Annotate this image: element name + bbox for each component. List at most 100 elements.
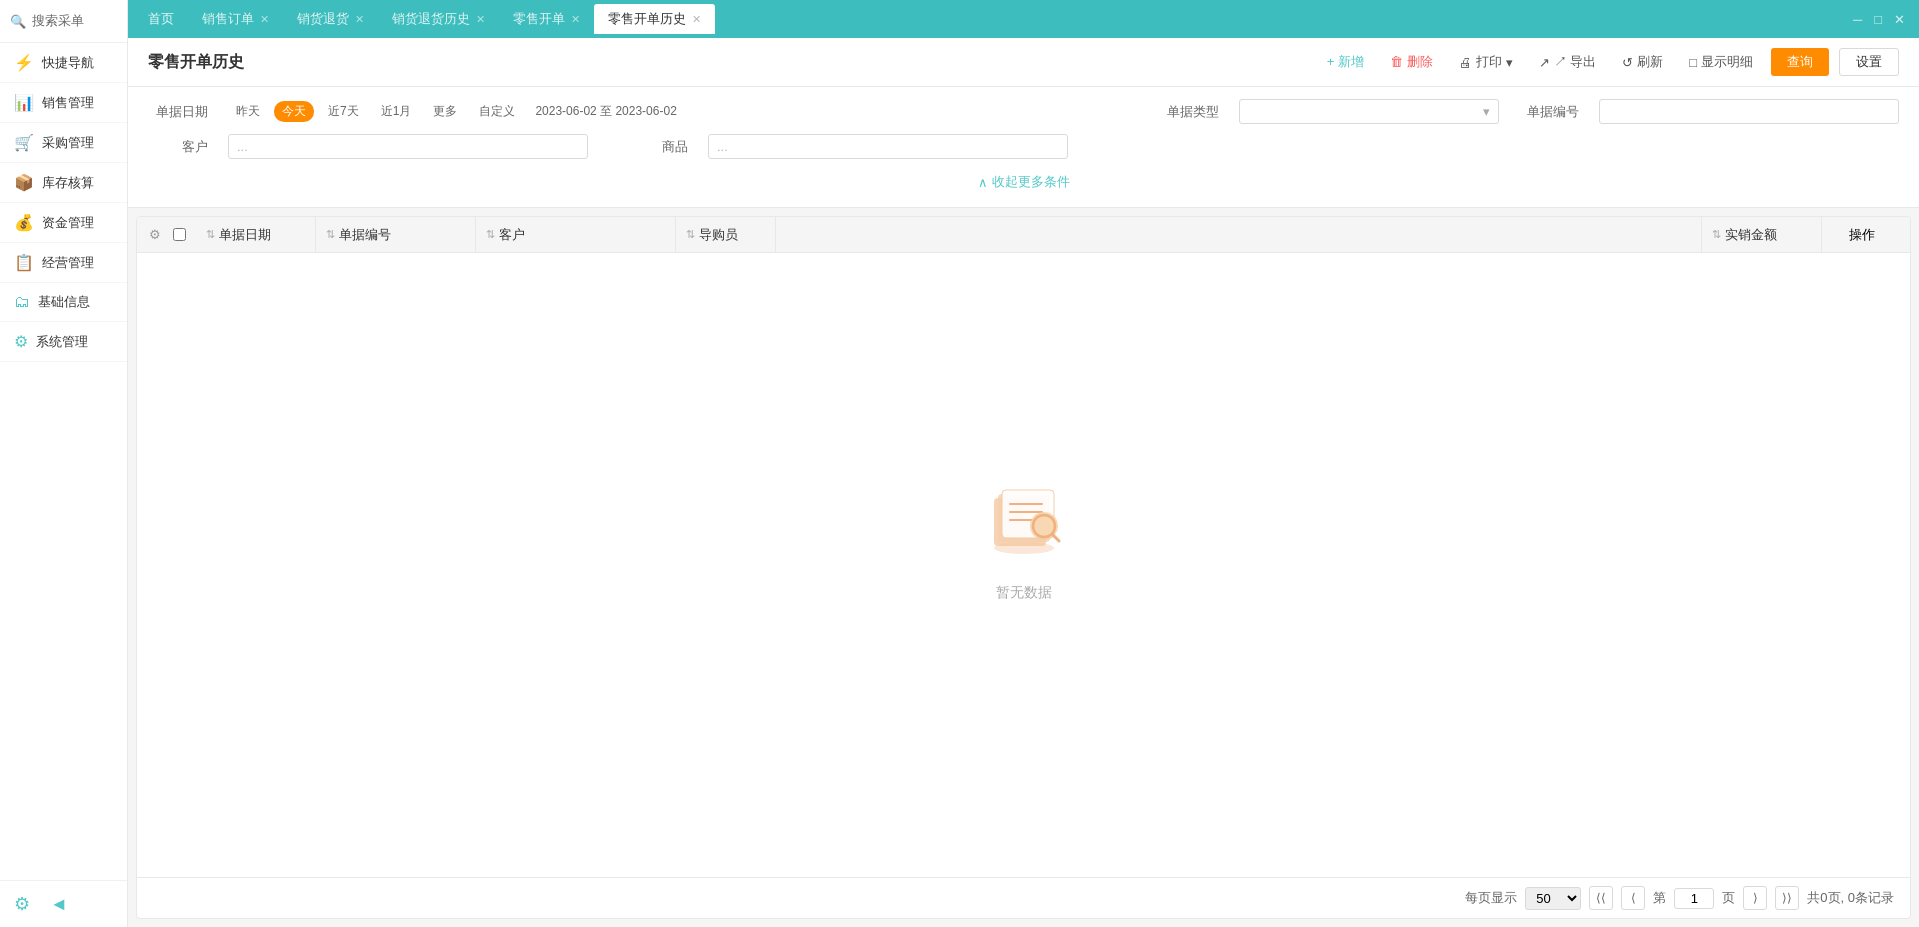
print-button[interactable]: 🖨 打印 ▾ <box>1451 49 1521 75</box>
refresh-icon: ↺ <box>1622 55 1633 70</box>
total-info: 共0页, 0条记录 <box>1807 889 1894 907</box>
export-label: ↗ 导出 <box>1554 53 1597 71</box>
refresh-button[interactable]: ↺ 刷新 <box>1614 49 1671 75</box>
table-settings-icon[interactable]: ⚙ <box>145 223 165 246</box>
display-detail-button[interactable]: □ 显示明细 <box>1681 49 1761 75</box>
col-header-date[interactable]: ⇅ 单据日期 <box>196 217 316 252</box>
tab-home[interactable]: 首页 <box>134 4 188 34</box>
col-sort-icon-guide: ⇅ <box>686 228 695 241</box>
page-prev-btn[interactable]: ⟨ <box>1621 886 1645 910</box>
order-num-input[interactable] <box>1599 99 1899 124</box>
sidebar-search[interactable]: 🔍 搜索采单 <box>0 0 127 43</box>
print-icon: 🖨 <box>1459 55 1472 70</box>
sidebar-item-purchase-mgmt[interactable]: 🛒 采购管理 <box>0 123 127 163</box>
date-btn-1month[interactable]: 近1月 <box>373 101 420 122</box>
sidebar-item-inventory[interactable]: 📦 库存核算 <box>0 163 127 203</box>
tab-close-sales-return[interactable]: ✕ <box>355 13 364 26</box>
page-first-btn[interactable]: ⟨⟨ <box>1589 886 1613 910</box>
sidebar-item-system[interactable]: ⚙ 系统管理 <box>0 322 127 362</box>
customer-select[interactable]: ... <box>228 134 588 159</box>
date-btn-today[interactable]: 今天 <box>274 101 314 122</box>
tab-close-sales-return-history[interactable]: ✕ <box>476 13 485 26</box>
tab-bar: 首页 销售订单 ✕ 销货退货 ✕ 销货退货历史 ✕ 零售开单 ✕ 零售开单历史 … <box>128 0 1919 38</box>
date-btn-custom[interactable]: 自定义 <box>471 101 523 122</box>
col-header-amount[interactable]: ⇅ 实销金额 <box>1702 217 1822 252</box>
sidebar-item-quick-nav[interactable]: ⚡ 快捷导航 <box>0 43 127 83</box>
tab-sales-return-history[interactable]: 销货退货历史 ✕ <box>378 4 499 34</box>
sidebar-item-sales-mgmt[interactable]: 📊 销售管理 <box>0 83 127 123</box>
window-close-btn[interactable]: ✕ <box>1894 12 1905 27</box>
page-last-btn[interactable]: ⟩⟩ <box>1775 886 1799 910</box>
sidebar: 🔍 搜索采单 ⚡ 快捷导航 📊 销售管理 🛒 采购管理 📦 库存核算 💰 资金管… <box>0 0 128 927</box>
sidebar-collapse-icon[interactable]: ◄ <box>50 894 68 915</box>
sidebar-settings-icon[interactable]: ⚙ <box>14 893 30 915</box>
sidebar-item-label: 基础信息 <box>38 293 90 311</box>
settings-button[interactable]: 设置 <box>1839 48 1899 76</box>
delete-button[interactable]: 🗑 删除 <box>1382 49 1441 75</box>
page-suffix: 页 <box>1722 889 1735 907</box>
select-all-checkbox[interactable] <box>173 228 186 241</box>
sidebar-item-label: 资金管理 <box>42 214 94 232</box>
col-header-guide-label: 导购员 <box>699 226 738 244</box>
tab-sales-return[interactable]: 销货退货 ✕ <box>283 4 378 34</box>
page-number-input[interactable]: 1 <box>1674 888 1714 909</box>
sidebar-item-label: 采购管理 <box>42 134 94 152</box>
tab-sales-return-label: 销货退货 <box>297 10 349 28</box>
empty-icon <box>974 468 1074 568</box>
filter-panel: 单据日期 昨天 今天 近7天 近1月 更多 自定义 2023-06-02 至 2… <box>128 87 1919 208</box>
per-page-select[interactable]: 50 10 20 100 <box>1525 887 1581 910</box>
quick-nav-icon: ⚡ <box>14 53 34 72</box>
print-label: 打印 <box>1476 53 1502 71</box>
col-header-guide[interactable]: ⇅ 导购员 <box>676 217 776 252</box>
goods-select[interactable]: ... <box>708 134 1068 159</box>
col-header-spacer <box>776 217 1702 252</box>
page-header: 零售开单历史 + 新增 🗑 删除 🖨 打印 ▾ ↗ ↗ 导出 ↺ 刷新 <box>128 38 1919 87</box>
tab-sales-order[interactable]: 销售订单 ✕ <box>188 4 283 34</box>
operation-icon: 📋 <box>14 253 34 272</box>
tab-retail-open-history-label: 零售开单历史 <box>608 10 686 28</box>
collapse-label: 收起更多条件 <box>992 173 1070 191</box>
order-type-label: 单据类型 <box>1159 103 1219 121</box>
tab-close-sales-order[interactable]: ✕ <box>260 13 269 26</box>
sidebar-bottom: ⚙ ◄ <box>0 880 127 927</box>
customer-label: 客户 <box>148 138 208 156</box>
page-next-btn[interactable]: ⟩ <box>1743 886 1767 910</box>
date-btn-more[interactable]: 更多 <box>425 101 465 122</box>
window-minimize-btn[interactable]: ─ <box>1853 12 1862 27</box>
sidebar-item-operation[interactable]: 📋 经营管理 <box>0 243 127 283</box>
tab-retail-open-history[interactable]: 零售开单历史 ✕ <box>594 4 715 34</box>
sidebar-item-finance[interactable]: 💰 资金管理 <box>0 203 127 243</box>
checkbox-icon: □ <box>1689 55 1697 70</box>
page-title: 零售开单历史 <box>148 52 244 73</box>
col-sort-icon-date: ⇅ <box>206 228 215 241</box>
content-area: 零售开单历史 + 新增 🗑 删除 🖨 打印 ▾ ↗ ↗ 导出 ↺ 刷新 <box>128 38 1919 927</box>
sidebar-item-label: 经营管理 <box>42 254 94 272</box>
collapse-more-btn[interactable]: ∧ 收起更多条件 <box>148 169 1899 195</box>
col-header-number[interactable]: ⇅ 单据编号 <box>316 217 476 252</box>
tab-sales-order-label: 销售订单 <box>202 10 254 28</box>
col-sort-icon-number: ⇅ <box>326 228 335 241</box>
tab-home-label: 首页 <box>148 10 174 28</box>
add-button[interactable]: + 新增 <box>1319 49 1372 75</box>
col-header-client-label: 客户 <box>499 226 525 244</box>
finance-icon: 💰 <box>14 213 34 232</box>
export-button[interactable]: ↗ ↗ 导出 <box>1531 49 1605 75</box>
sidebar-item-basic-info[interactable]: 🗂 基础信息 <box>0 283 127 322</box>
tab-retail-open[interactable]: 零售开单 ✕ <box>499 4 594 34</box>
date-range-display: 2023-06-02 至 2023-06-02 <box>535 103 676 120</box>
col-header-client[interactable]: ⇅ 客户 <box>476 217 676 252</box>
date-btn-yesterday[interactable]: 昨天 <box>228 101 268 122</box>
tab-close-retail-open-history[interactable]: ✕ <box>692 13 701 26</box>
filter-row-1: 单据日期 昨天 今天 近7天 近1月 更多 自定义 2023-06-02 至 2… <box>148 99 1899 124</box>
order-type-select[interactable]: ▾ <box>1239 99 1499 124</box>
query-button[interactable]: 查询 <box>1771 48 1829 76</box>
order-type-dropdown-icon: ▾ <box>1483 104 1490 119</box>
date-filter-label: 单据日期 <box>148 103 208 121</box>
basic-info-icon: 🗂 <box>14 293 30 311</box>
date-btn-7days[interactable]: 近7天 <box>320 101 367 122</box>
sidebar-search-label: 搜索采单 <box>32 12 84 30</box>
export-icon: ↗ <box>1539 55 1550 70</box>
window-maximize-btn[interactable]: □ <box>1874 12 1882 27</box>
collapse-icon: ∧ <box>978 175 988 190</box>
tab-close-retail-open[interactable]: ✕ <box>571 13 580 26</box>
